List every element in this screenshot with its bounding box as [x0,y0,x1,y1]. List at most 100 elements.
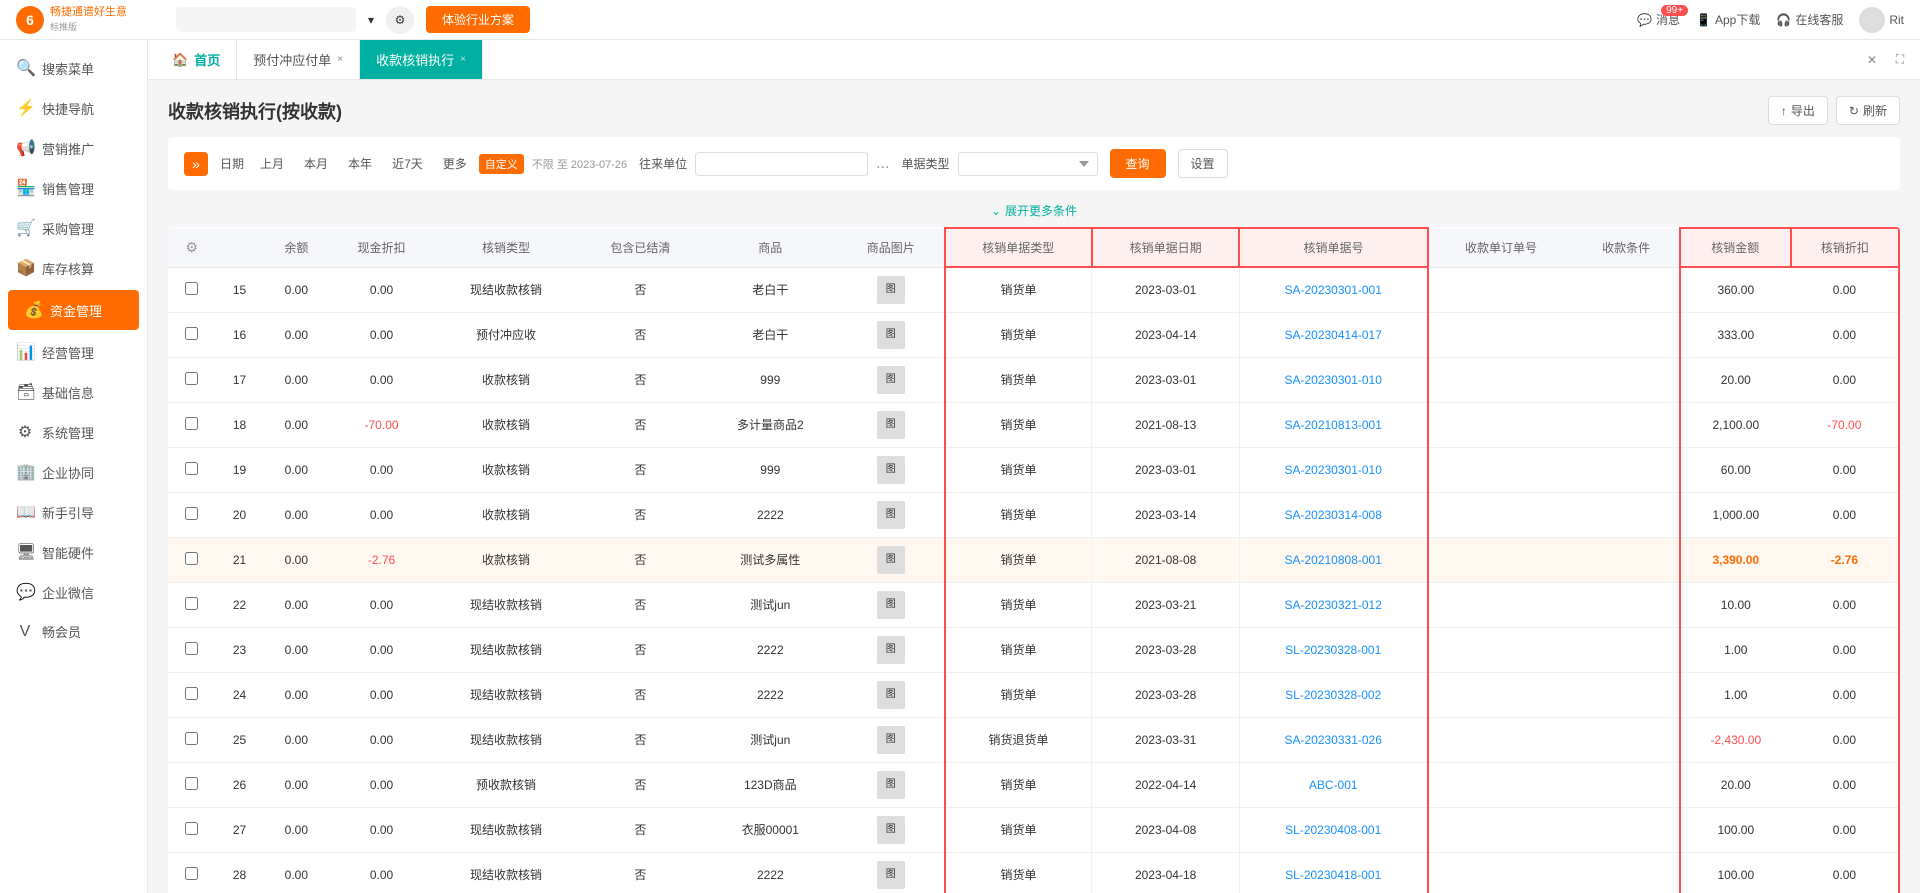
sidebar-item-purchase[interactable]: 🛒 采购管理 [0,208,147,248]
solution-button[interactable]: 体验行业方案 [426,6,530,33]
cell-cancel-bill-no[interactable]: SA-20230314-008 [1239,492,1427,537]
cell-cancel-bill-no[interactable]: SA-20230321-012 [1239,582,1427,627]
settings-icon: ⚙ [16,422,34,442]
refresh-button[interactable]: ↻ 刷新 [1836,96,1900,125]
more-date-btn[interactable]: 更多 [435,153,475,174]
cell-checkbox[interactable] [168,312,215,357]
sidebar-item-search[interactable]: 🔍 搜索菜单 [0,48,147,88]
this-year-btn[interactable]: 本年 [340,153,380,174]
table-row: 21 0.00 -2.76 收款核销 否 测试多属性 图 销货单 2021-08… [168,537,1899,582]
sidebar-item-vip[interactable]: V 畅会员 [0,612,147,651]
top-bar: 6 畅捷通谱好生意 标推版 ▾ ⚙ 体验行业方案 💬 消息 99+ 📱 App下… [0,0,1920,40]
sidebar-item-sales[interactable]: 🏪 销售管理 [0,168,147,208]
cell-receipt-order-no [1428,402,1574,447]
sidebar-item-enterprise[interactable]: 🏢 企业协同 [0,452,147,492]
partner-dots[interactable]: ... [876,155,889,173]
dropdown-btn[interactable]: ▾ [368,13,374,27]
cell-include-settled: 否 [578,672,703,717]
expand-window-button[interactable]: ⛶ [1888,48,1912,72]
user-area[interactable]: Rit [1859,7,1904,33]
online-service-button[interactable]: 🎧 在线客服 [1776,11,1843,28]
tab-receipt[interactable]: 收款核销执行 × [360,40,483,79]
filter-expand-button[interactable]: » [184,152,208,176]
tab-close-receipt[interactable]: × [460,54,466,65]
custom-date-badge[interactable]: 自定义 [479,154,524,174]
last-7-days-btn[interactable]: 近7天 [384,153,431,174]
tab-close-prepaid[interactable]: × [337,54,343,65]
this-month-btn[interactable]: 本月 [296,153,336,174]
col-cancel-bill-date: 核销单据日期 [1092,228,1239,267]
cell-product: 123D商品 [703,762,838,807]
sidebar-item-guide[interactable]: 📖 新手引导 [0,492,147,532]
sidebar: 🔍 搜索菜单 ⚡ 快捷导航 📢 营销推广 🏪 销售管理 🛒 采购管理 📦 库存核… [0,40,148,893]
cell-cancel-bill-no[interactable]: ABC-001 [1239,762,1427,807]
filter-settings-button[interactable]: 设置 [1178,149,1228,178]
sidebar-item-label: 资金管理 [50,301,102,320]
sidebar-item-basic[interactable]: 🗃 基础信息 [0,372,147,412]
sidebar-item-operations[interactable]: 📊 经营管理 [0,332,147,372]
cell-cancel-bill-date: 2023-03-28 [1092,672,1239,717]
cell-checkbox[interactable] [168,582,215,627]
cell-index: 20 [215,492,263,537]
cell-checkbox[interactable] [168,447,215,492]
sidebar-item-quick-nav[interactable]: ⚡ 快捷导航 [0,88,147,128]
export-button[interactable]: ↑ 导出 [1768,96,1828,125]
message-button[interactable]: 💬 消息 99+ [1637,11,1680,28]
money-icon: 💰 [24,300,42,320]
sidebar-item-marketing[interactable]: 📢 营销推广 [0,128,147,168]
cell-include-settled: 否 [578,402,703,447]
cell-cancel-bill-no[interactable]: SL-20230418-001 [1239,852,1427,893]
close-window-button[interactable]: ✕ [1860,48,1884,72]
col-settings[interactable]: ⚙ [168,228,215,267]
sidebar-item-system[interactable]: ⚙ 系统管理 [0,412,147,452]
tab-home[interactable]: 🏠 首页 [156,40,237,79]
cell-checkbox[interactable] [168,852,215,893]
cell-cancel-bill-no[interactable]: SA-20210813-001 [1239,402,1427,447]
cell-checkbox[interactable] [168,627,215,672]
cell-checkbox[interactable] [168,537,215,582]
bill-type-select[interactable] [958,152,1098,176]
cell-cancel-bill-no[interactable]: SL-20230408-001 [1239,807,1427,852]
top-search-area[interactable] [176,7,356,32]
table-settings-icon[interactable]: ⚙ [185,239,198,255]
cell-cancel-bill-date: 2021-08-13 [1092,402,1239,447]
cell-checkbox[interactable] [168,762,215,807]
cell-cancel-bill-no[interactable]: SA-20230331-026 [1239,717,1427,762]
query-button[interactable]: 查询 [1110,149,1166,178]
cell-cancel-discount: 0.00 [1791,357,1899,402]
sidebar-item-hardware[interactable]: 🖥 智能硬件 [0,532,147,572]
cell-checkbox[interactable] [168,672,215,717]
expand-more-button[interactable]: ⌄ 展开更多条件 [991,202,1077,219]
partner-input[interactable] [695,152,868,176]
cell-product: 测试jun [703,582,838,627]
sidebar-item-inventory[interactable]: 📦 库存核算 [0,248,147,288]
cell-cancel-type: 收款核销 [434,537,578,582]
cell-checkbox[interactable] [168,267,215,312]
cell-cancel-bill-no[interactable]: SA-20210808-001 [1239,537,1427,582]
tab-prepaid[interactable]: 预付冲应付单 × [237,40,360,79]
app-download-button[interactable]: 📱 App下载 [1696,11,1760,28]
cell-cancel-bill-no[interactable]: SA-20230301-010 [1239,447,1427,492]
cell-checkbox[interactable] [168,357,215,402]
sidebar-item-capital[interactable]: 💰 资金管理 [8,290,139,330]
cell-cancel-bill-no[interactable]: SL-20230328-002 [1239,672,1427,717]
cell-checkbox[interactable] [168,402,215,447]
last-month-btn[interactable]: 上月 [252,153,292,174]
cell-checkbox[interactable] [168,807,215,852]
sidebar-item-label: 智能硬件 [42,543,94,562]
cell-product: 2222 [703,852,838,893]
cell-cancel-bill-no[interactable]: SL-20230328-001 [1239,627,1427,672]
cell-cancel-bill-no[interactable]: SA-20230414-017 [1239,312,1427,357]
sidebar-item-wechat[interactable]: 💬 企业微信 [0,572,147,612]
monitor-icon: 🖥 [16,542,34,562]
cell-checkbox[interactable] [168,717,215,762]
cell-cancel-discount: 0.00 [1791,312,1899,357]
gear-button[interactable]: ⚙ [386,6,414,34]
cell-index: 18 [215,402,263,447]
logo-sub: 标推版 [50,20,127,33]
cell-checkbox[interactable] [168,492,215,537]
table-row: 17 0.00 0.00 收款核销 否 999 图 销货单 2023-03-01… [168,357,1899,402]
cell-cancel-bill-no[interactable]: SA-20230301-010 [1239,357,1427,402]
cell-cancel-bill-no[interactable]: SA-20230301-001 [1239,267,1427,312]
cell-cancel-bill-date: 2022-04-14 [1092,762,1239,807]
